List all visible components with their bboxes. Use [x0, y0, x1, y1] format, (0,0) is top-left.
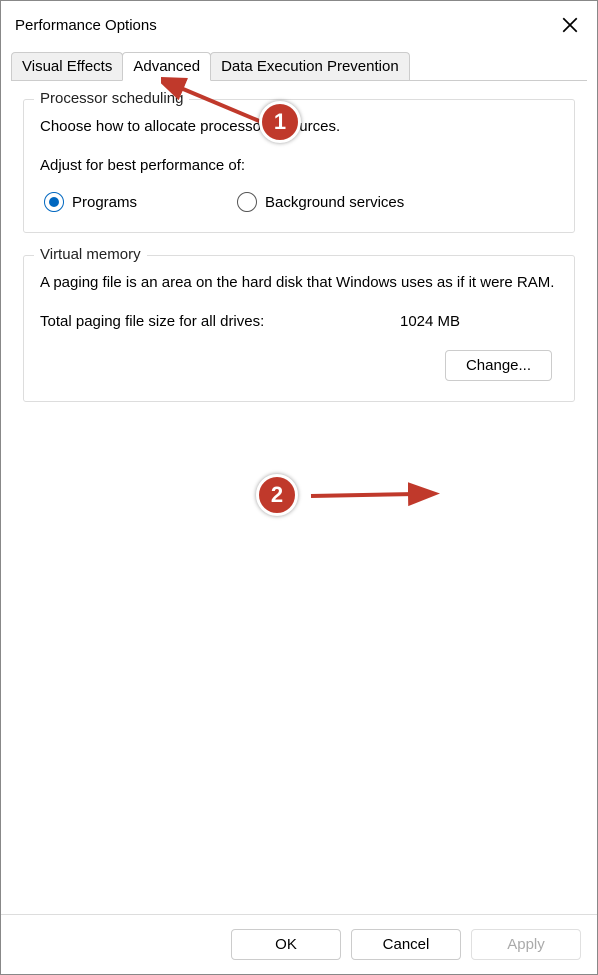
paging-size-label: Total paging file size for all drives:: [40, 313, 400, 330]
annotation-marker-2: 2: [256, 474, 298, 516]
window-title: Performance Options: [15, 17, 157, 34]
radio-bg-label: Background services: [265, 194, 404, 211]
close-button[interactable]: [557, 12, 583, 38]
virtual-memory-legend: Virtual memory: [34, 246, 147, 263]
tab-content: Processor scheduling Choose how to alloc…: [1, 81, 597, 442]
close-icon: [561, 16, 579, 34]
annotation-arrow-2: [296, 476, 446, 516]
radio-icon: [237, 192, 257, 212]
dialog-footer: OK Cancel Apply: [1, 914, 597, 974]
cancel-button[interactable]: Cancel: [351, 929, 461, 960]
tab-bar: Visual Effects Advanced Data Execution P…: [1, 51, 597, 80]
tab-dep[interactable]: Data Execution Prevention: [210, 52, 410, 81]
apply-button[interactable]: Apply: [471, 929, 581, 960]
processor-scheduling-legend: Processor scheduling: [34, 90, 189, 107]
tab-visual-effects[interactable]: Visual Effects: [11, 52, 123, 81]
adjust-label: Adjust for best performance of:: [40, 157, 558, 174]
ok-button[interactable]: OK: [231, 929, 341, 960]
processor-desc: Choose how to allocate processor resourc…: [40, 118, 558, 135]
tab-advanced[interactable]: Advanced: [122, 52, 211, 81]
radio-icon: [44, 192, 64, 212]
virtual-memory-desc: A paging file is an area on the hard dis…: [40, 274, 558, 291]
radio-background-services[interactable]: Background services: [237, 192, 404, 212]
virtual-memory-group: Virtual memory A paging file is an area …: [23, 255, 575, 402]
radio-programs-label: Programs: [72, 194, 137, 211]
processor-scheduling-group: Processor scheduling Choose how to alloc…: [23, 99, 575, 233]
change-button[interactable]: Change...: [445, 350, 552, 381]
radio-programs[interactable]: Programs: [44, 192, 137, 212]
paging-size-value: 1024 MB: [400, 313, 558, 330]
